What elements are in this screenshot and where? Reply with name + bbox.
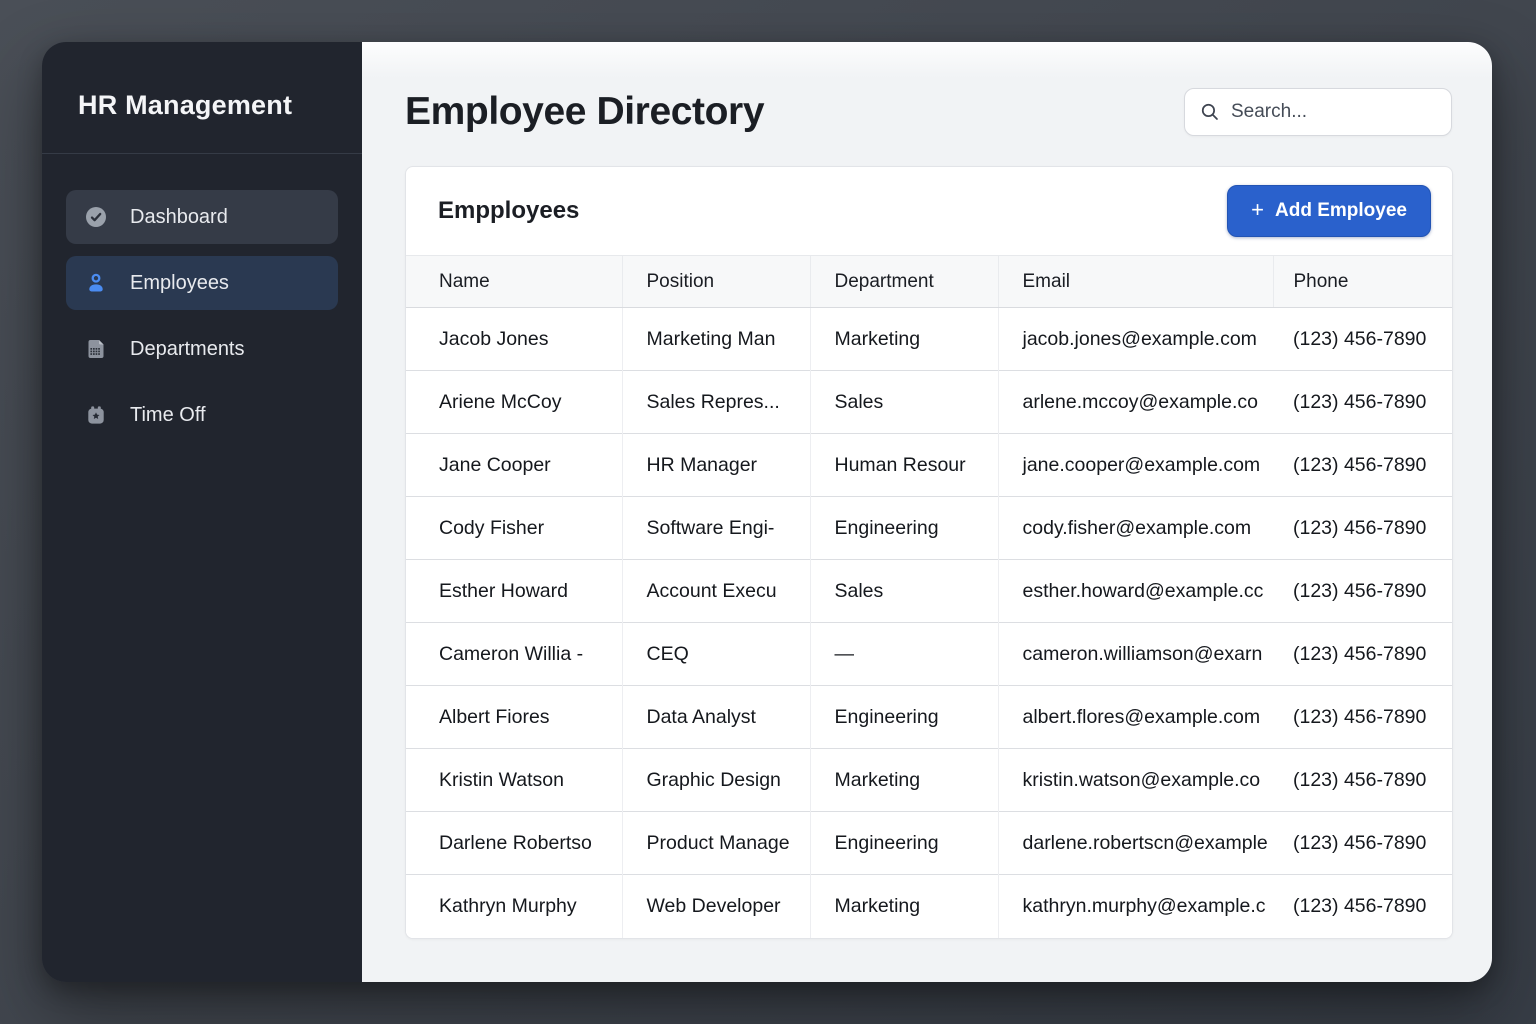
cell-position: Data Analyst xyxy=(621,685,810,749)
cell-name: Ariene McCoy xyxy=(406,370,622,434)
cell-position: Marketing Man xyxy=(621,307,810,371)
cell-phone: (123) 456-7890 xyxy=(1273,433,1452,497)
cell-department: Marketing xyxy=(809,874,998,938)
sidebar-item-label: Dashboard xyxy=(130,205,228,228)
cell-department: Engineering xyxy=(809,811,998,875)
app-window: HR Management Dashboard Employees Depart… xyxy=(42,42,1492,982)
sidebar-divider xyxy=(42,153,362,154)
cell-phone: (123) 456-7890 xyxy=(1273,811,1452,875)
cell-email: darlene.robertscn@example xyxy=(997,811,1273,875)
table-row: Jacob Jones Marketing Man Marketing jaco… xyxy=(406,307,1452,371)
column-header-position: Position xyxy=(621,255,810,308)
cell-department: Marketing xyxy=(809,307,998,371)
cell-department: Engineering xyxy=(809,685,998,749)
card-header: Empployees + Add Employee xyxy=(406,167,1452,255)
cell-position: Web Developer xyxy=(621,874,810,938)
cell-email: kathryn.murphy@example.c xyxy=(997,874,1273,938)
sidebar-item-departments[interactable]: Departments xyxy=(66,322,338,376)
cell-email: arlene.mccoy@example.co xyxy=(997,370,1273,434)
cell-name: Albert Fiores xyxy=(406,685,622,749)
cell-phone: (123) 456-7890 xyxy=(1273,622,1452,686)
table-row: Ariene McCoy Sales Repres... Sales arlen… xyxy=(406,370,1452,434)
main-content: Employee Directory Empployees + Add Empl… xyxy=(362,42,1492,982)
cell-phone: (123) 456-7890 xyxy=(1273,874,1452,938)
table-row: Cody Fisher Software Engi- Engineering c… xyxy=(406,496,1452,560)
user-icon xyxy=(84,271,108,295)
cell-email: jacob.jones@example.com xyxy=(997,307,1273,371)
cell-name: Jane Cooper xyxy=(406,433,622,497)
column-header-name: Name xyxy=(406,255,622,308)
cell-phone: (123) 456-7890 xyxy=(1273,370,1452,434)
table-header: Name Position Department Email Phone xyxy=(406,255,1452,308)
sidebar-item-label: Employees xyxy=(130,271,229,294)
cell-phone: (123) 456-7890 xyxy=(1273,559,1452,623)
add-employee-label: Add Employee xyxy=(1275,200,1407,221)
table-row: Kristin Watson Graphic Design Marketing … xyxy=(406,748,1452,812)
cell-name: Kathryn Murphy xyxy=(406,874,622,938)
app-title: HR Management xyxy=(78,90,293,120)
cell-name: Darlene Robertso xyxy=(406,811,622,875)
card-title: Empployees xyxy=(438,197,580,224)
table-row: Esther Howard Account Execu Sales esther… xyxy=(406,559,1452,623)
cell-phone: (123) 456-7890 xyxy=(1273,748,1452,812)
cell-department: Sales xyxy=(809,370,998,434)
column-header-email: Email xyxy=(997,255,1273,308)
cell-position: Graphic Design xyxy=(621,748,810,812)
cell-position: HR Manager xyxy=(621,433,810,497)
cell-department: Marketing xyxy=(809,748,998,812)
add-employee-button[interactable]: + Add Employee xyxy=(1227,185,1431,237)
sidebar-item-employees[interactable]: Employees xyxy=(66,256,338,310)
column-header-phone: Phone xyxy=(1272,255,1452,308)
cell-position: CEQ xyxy=(621,622,810,686)
cell-phone: (123) 456-7890 xyxy=(1273,685,1452,749)
cell-position: Sales Repres... xyxy=(621,370,810,434)
topbar: Employee Directory xyxy=(405,88,1452,136)
employees-table: Name Position Department Email Phone Jac… xyxy=(406,255,1452,938)
sidebar-item-label: Time Off xyxy=(130,403,206,426)
cell-email: albert.flores@example.com xyxy=(997,685,1273,749)
page-title: Employee Directory xyxy=(405,90,765,133)
cell-name: Cody Fisher xyxy=(406,496,622,560)
cell-position: Software Engi- xyxy=(621,496,810,560)
sidebar: HR Management Dashboard Employees Depart… xyxy=(42,42,362,982)
cell-department: Engineering xyxy=(809,496,998,560)
cell-email: cody.fisher@example.com xyxy=(997,496,1273,560)
cell-department: — xyxy=(809,622,998,686)
cell-email: jane.cooper@example.com xyxy=(997,433,1273,497)
sidebar-item-dashboard[interactable]: Dashboard xyxy=(66,190,338,244)
calendar-icon xyxy=(84,403,108,427)
cell-phone: (123) 456-7890 xyxy=(1273,307,1452,371)
column-header-department: Department xyxy=(809,255,998,308)
sidebar-item-label: Departments xyxy=(130,337,245,360)
check-circle-icon xyxy=(84,205,108,229)
cell-position: Product Manage xyxy=(621,811,810,875)
table-row: Kathryn Murphy Web Developer Marketing k… xyxy=(406,874,1452,938)
sidebar-nav: Dashboard Employees Departments Time Off xyxy=(66,190,338,442)
cell-email: kristin.watson@example.co xyxy=(997,748,1273,812)
cell-name: Cameron Willia - xyxy=(406,622,622,686)
employees-card: Empployees + Add Employee Name Position … xyxy=(405,166,1453,939)
sidebar-item-time-off[interactable]: Time Off xyxy=(66,388,338,442)
cell-phone: (123) 456-7890 xyxy=(1273,496,1452,560)
search-box[interactable] xyxy=(1184,88,1452,136)
cell-name: Esther Howard xyxy=(406,559,622,623)
cell-name: Jacob Jones xyxy=(406,307,622,371)
table-row: Jane Cooper HR Manager Human Resour jane… xyxy=(406,433,1452,497)
table-row: Darlene Robertso Product Manage Engineer… xyxy=(406,811,1452,875)
search-input[interactable] xyxy=(1231,101,1437,123)
cell-email: esther.howard@example.cc xyxy=(997,559,1273,623)
search-icon xyxy=(1201,103,1218,120)
cell-name: Kristin Watson xyxy=(406,748,622,812)
building-grid-icon xyxy=(84,337,108,361)
table-row: Cameron Willia - CEQ — cameron.williamso… xyxy=(406,622,1452,686)
table-row: Albert Fiores Data Analyst Engineering a… xyxy=(406,685,1452,749)
cell-department: Sales xyxy=(809,559,998,623)
cell-email: cameron.williamson@exarn xyxy=(997,622,1273,686)
plus-icon: + xyxy=(1251,197,1265,222)
cell-position: Account Execu xyxy=(621,559,810,623)
cell-department: Human Resour xyxy=(809,433,998,497)
